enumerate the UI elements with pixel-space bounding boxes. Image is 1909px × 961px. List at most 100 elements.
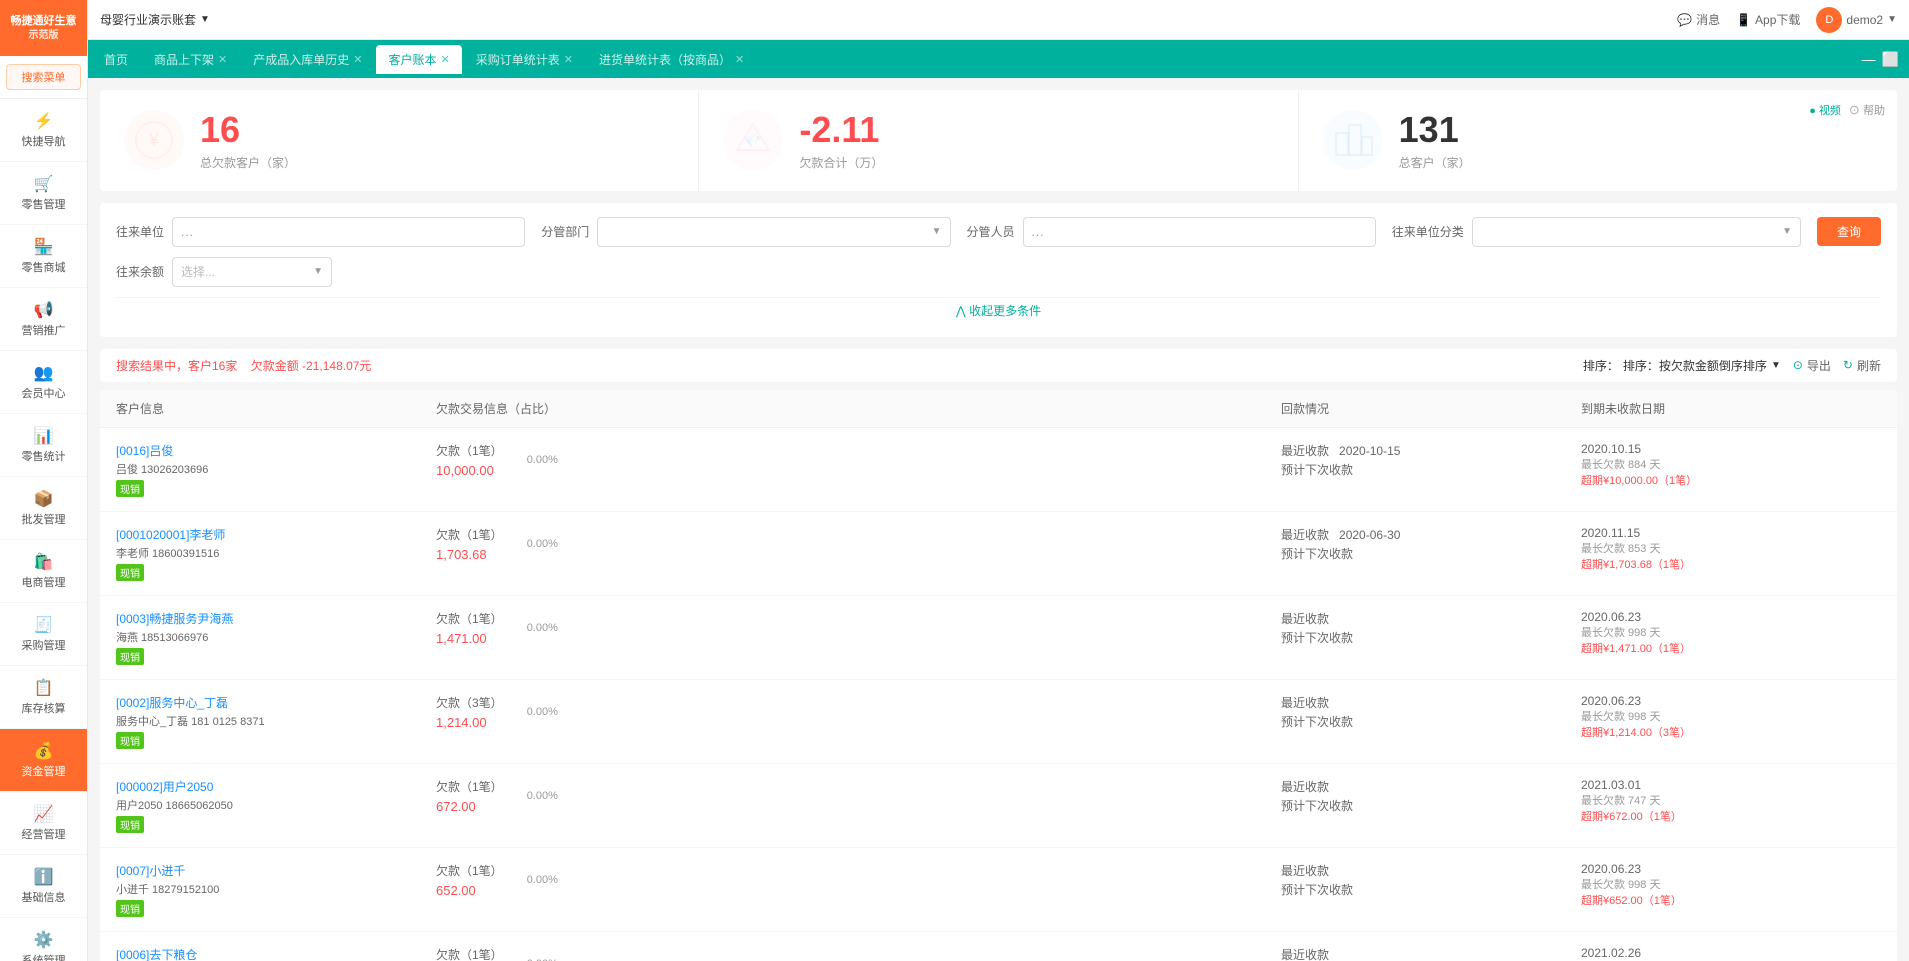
tab-customer-account[interactable]: 客户账本 ✕ (376, 45, 461, 74)
message-button[interactable]: 💬 消息 (1677, 11, 1720, 28)
customer-contact: 李老师 18600391516 (116, 545, 436, 561)
overdue-link[interactable]: 超期¥1,471.00（1笔） (1581, 643, 1691, 655)
balance-dropdown-icon: ▼ (313, 266, 323, 277)
sidebar-item-batch-mgmt[interactable]: 📦 批发管理 (0, 477, 87, 540)
customer-name-link[interactable]: [0001020001]李老师 (116, 528, 225, 542)
customer-name-link[interactable]: [0007]小迸千 (116, 864, 185, 878)
debt-cell: 欠款（1笔） 1,703.68 0.00% (436, 526, 1281, 562)
tab-purchase-order-close[interactable]: ✕ (564, 53, 573, 66)
refresh-button[interactable]: ↻ 刷新 (1843, 357, 1881, 374)
filter-collapse-button[interactable]: ⋀ 收起更多条件 (116, 297, 1881, 323)
overdue-link[interactable]: 超期¥1,703.68（1笔） (1581, 559, 1691, 571)
sidebar-item-finance[interactable]: 💰 资金管理 (0, 729, 87, 792)
customer-name-link[interactable]: [0002]服务中心_丁磊 (116, 696, 228, 710)
debt-row: 欠款（1笔） 672.00 0.00% (436, 778, 1281, 814)
customer-cell: [0001020001]李老师 李老师 18600391516 现销 (116, 526, 436, 581)
debt-customers-info: 16 总欠款客户（家） (200, 110, 674, 171)
due-date: 2021.02.26 (1581, 946, 1881, 960)
collection-cell: 最近收款 预计下次收款 (1281, 610, 1581, 646)
source-unit-input[interactable]: ... (172, 217, 525, 247)
sidebar-item-retail-mgmt[interactable]: 🛒 零售管理 (0, 162, 87, 225)
refresh-icon: ↻ (1843, 358, 1853, 372)
app-download-button[interactable]: 📱 App下载 (1736, 11, 1800, 28)
manager-input[interactable]: ... (1023, 217, 1376, 247)
industry-selector[interactable]: 母婴行业演示账套 ▼ (100, 11, 210, 28)
minimize-icon[interactable]: — (1862, 51, 1876, 67)
sidebar-item-purchase[interactable]: 🧾 采购管理 (0, 603, 87, 666)
total-customers-info: 131 总客户（家） (1399, 110, 1873, 171)
sidebar-item-retail-stats[interactable]: 📊 零售统计 (0, 414, 87, 477)
tab-import-stats[interactable]: 进货单统计表（按商品） ✕ (587, 45, 756, 74)
sidebar-label-system: 系统管理 (0, 952, 87, 961)
customer-name-link[interactable]: [0003]畅捷服务尹海燕 (116, 612, 233, 626)
app-download-icon: 📱 (1736, 13, 1751, 27)
collection-cell: 最近收款 预计下次收款 (1281, 778, 1581, 814)
customer-cell: [0002]服务中心_丁磊 服务中心_丁磊 181 0125 8371 现销 (116, 694, 436, 749)
search-menu-button[interactable]: 搜索菜单 (6, 64, 81, 90)
debt-cell: 欠款（1笔） 455.90 0.00% (436, 946, 1281, 961)
overdue-days: 最长欠款 884 天 (1581, 456, 1881, 472)
logo: 畅捷通好生意 示范版 (0, 0, 87, 56)
overdue-link[interactable]: 超期¥1,214.00（3笔） (1581, 727, 1691, 739)
tab-purchase-order[interactable]: 采购订单统计表 ✕ (464, 45, 585, 74)
customer-name-link[interactable]: [0016]吕俊 (116, 444, 173, 458)
last-collection-label: 最近收款 (1281, 780, 1329, 794)
table-row: [0002]服务中心_丁磊 服务中心_丁磊 181 0125 8371 现销 欠… (100, 680, 1897, 764)
debt-row: 欠款（1笔） 1,703.68 0.00% (436, 526, 1281, 562)
debt-amount: 672.00 (436, 799, 503, 814)
export-button[interactable]: ⊙ 导出 (1793, 357, 1831, 374)
debt-amount: 1,703.68 (436, 547, 503, 562)
refresh-label: 刷新 (1857, 357, 1881, 374)
debt-cell: 欠款（1笔） 10,000.00 0.00% (436, 442, 1281, 478)
collection-cell: 最近收款 预计下次收款 (1281, 694, 1581, 730)
sidebar-item-ecommerce[interactable]: 🛍️ 电商管理 (0, 540, 87, 603)
search-button[interactable]: 查询 (1817, 217, 1881, 246)
filter-source-unit: 往来单位 ... (116, 217, 525, 247)
department-select[interactable]: ▼ (597, 217, 950, 247)
sidebar-item-operation[interactable]: 📈 经营管理 (0, 792, 87, 855)
last-collection-label: 最近收款 (1281, 696, 1329, 710)
maximize-icon[interactable]: ⬜ (1882, 51, 1899, 68)
source-unit-label: 往来单位 (116, 223, 164, 240)
sidebar-item-system[interactable]: ⚙️ 系统管理 (0, 918, 87, 961)
sidebar-item-inventory[interactable]: 📋 库存核算 (0, 666, 87, 729)
overdue-link[interactable]: 超期¥652.00（1笔） (1581, 895, 1682, 907)
manager-value: ... (1032, 225, 1045, 239)
balance-select[interactable]: 选择... ▼ (172, 257, 332, 287)
tab-customer-account-close[interactable]: ✕ (441, 53, 450, 66)
tab-product-history[interactable]: 产成品入库单历史 ✕ (241, 45, 374, 74)
sidebar-item-basic-info[interactable]: ℹ️ 基础信息 (0, 855, 87, 918)
due-cell: 2020.06.23 最长欠款 998 天 超期¥1,471.00（1笔） (1581, 610, 1881, 656)
unit-category-select[interactable]: ▼ (1472, 217, 1801, 247)
customer-tag: 现销 (116, 480, 144, 497)
topbar: 母婴行业演示账套 ▼ 💬 消息 📱 App下载 D demo2 ▼ (88, 0, 1909, 40)
overdue-link[interactable]: 超期¥10,000.00（1笔） (1581, 475, 1697, 487)
tab-product-history-close[interactable]: ✕ (353, 53, 362, 66)
customer-tag: 现销 (116, 816, 144, 833)
customer-name-link[interactable]: [000002]用户2050 (116, 780, 213, 794)
customer-cell: [0007]小迸千 小迸千 18279152100 现销 (116, 862, 436, 917)
stats-row: ¥ 16 总欠款客户（家） 💎 (100, 90, 1897, 191)
sidebar-item-member[interactable]: 👥 会员中心 (0, 351, 87, 414)
sidebar-label-inventory: 库存核算 (0, 700, 87, 716)
tab-home[interactable]: 首页 (92, 45, 140, 74)
sort-selector[interactable]: 排序： 排序：按欠款金额倒序排序 ▼ (1583, 357, 1781, 374)
debt-count: 欠款（3笔） (436, 694, 503, 711)
overdue-link[interactable]: 超期¥672.00（1笔） (1581, 811, 1682, 823)
sidebar-item-retail-mall[interactable]: 🏪 零售商城 (0, 225, 87, 288)
sidebar-item-quick-nav[interactable]: ⚡ 快捷导航 (0, 99, 87, 162)
sidebar-label-retail-mgmt: 零售管理 (0, 196, 87, 212)
logo-subtext: 示范版 (29, 29, 59, 42)
video-action[interactable]: ● 视频 (1809, 102, 1841, 118)
help-action[interactable]: ⊙ 帮助 (1849, 102, 1885, 118)
tab-product-offline-label: 商品上下架 (154, 51, 214, 68)
sidebar-item-marketing[interactable]: 📢 营销推广 (0, 288, 87, 351)
tab-import-stats-close[interactable]: ✕ (735, 53, 744, 66)
customer-name-link[interactable]: [0006]去下粮仓 (116, 948, 197, 961)
sort-label: 排序： (1583, 357, 1619, 374)
user-profile[interactable]: D demo2 ▼ (1816, 7, 1897, 33)
next-collection: 预计下次收款 (1281, 881, 1581, 898)
customer-cell: [0016]吕俊 吕俊 13026203696 现销 (116, 442, 436, 497)
tab-product-offline-close[interactable]: ✕ (218, 53, 227, 66)
tab-product-offline[interactable]: 商品上下架 ✕ (142, 45, 239, 74)
